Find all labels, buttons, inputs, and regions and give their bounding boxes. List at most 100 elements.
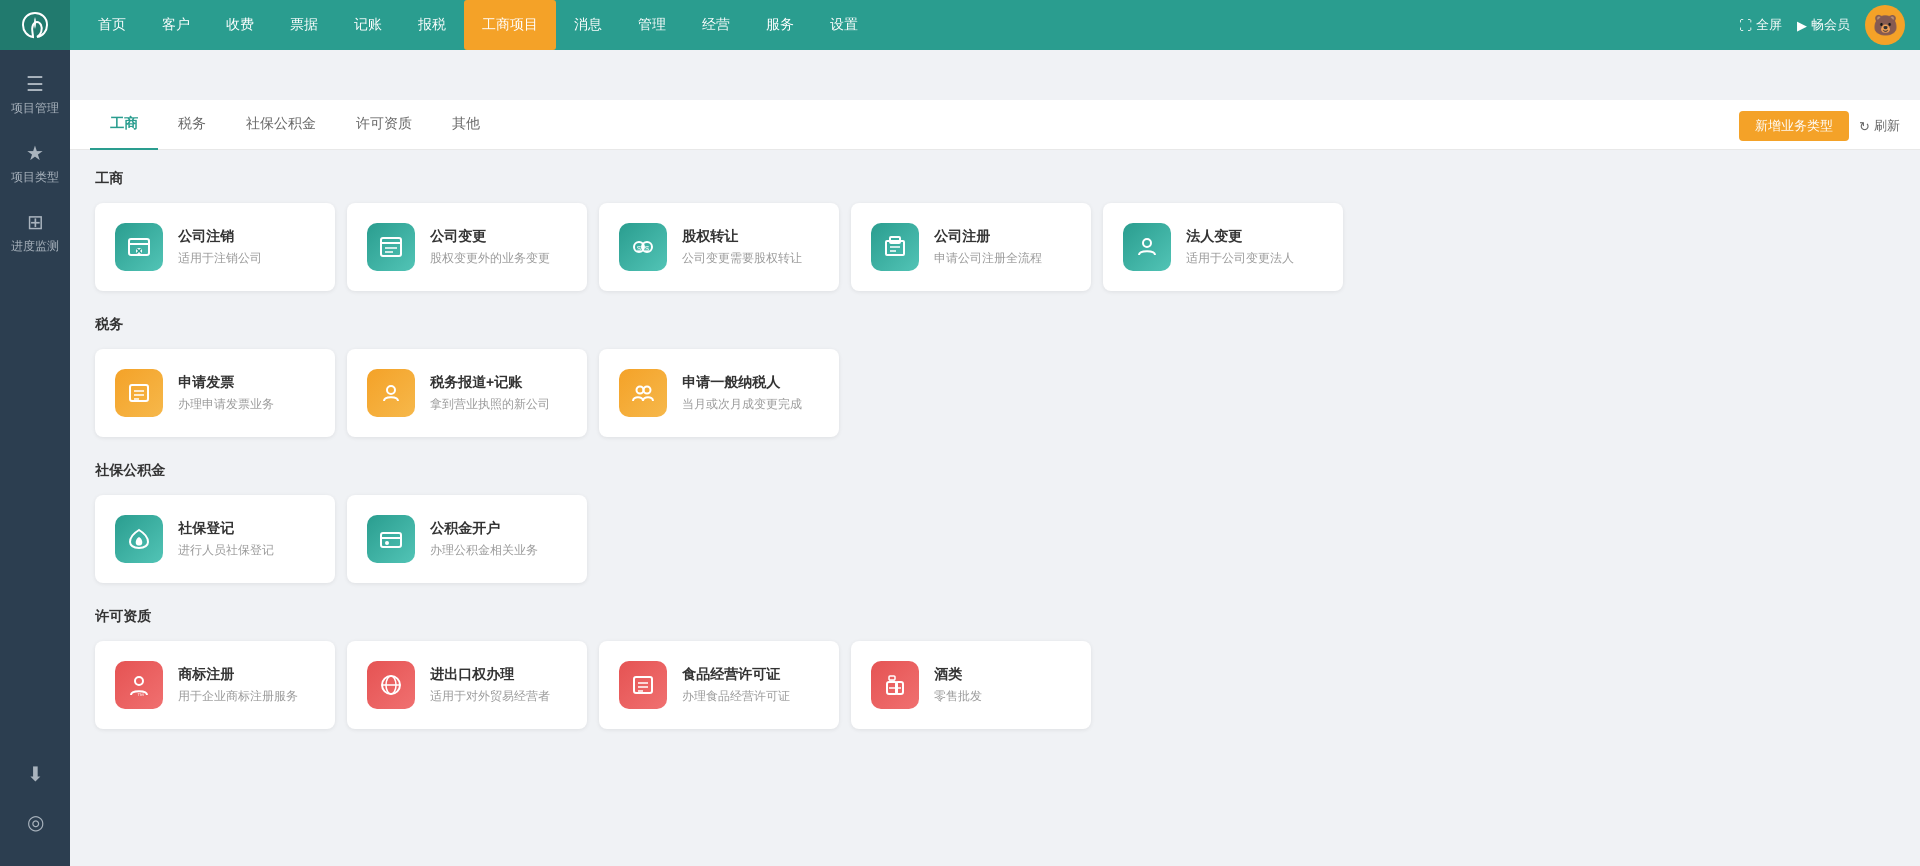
card-text-company-register: 公司注册 申请公司注册全流程 [934,228,1042,267]
sidebar-label-project-type: 项目类型 [11,169,59,186]
card-icon-social-register [115,515,163,563]
sidebar-item-progress[interactable]: ⊞ 进度监测 [0,198,70,267]
card-company-register[interactable]: 公司注册 申请公司注册全流程 [851,203,1091,291]
card-text-general-taxpayer: 申请一般纳税人 当月或次月成变更完成 [682,374,802,413]
card-tax-accounting[interactable]: 税务报道+记账 拿到营业执照的新公司 [347,349,587,437]
tab-social-fund[interactable]: 社保公积金 [226,100,336,150]
nav-right: ⛶ 全屏 ▶ 畅会员 🐻 [1739,5,1920,45]
nav-home[interactable]: 首页 [80,0,144,50]
section-title-license: 许可资质 [95,608,1895,626]
svg-text:$: $ [645,244,650,253]
nav-items: 首页 客户 收费 票据 记账 报税 工商项目 消息 管理 经营 服务 设置 [70,0,1739,50]
svg-point-27 [385,541,389,545]
card-icon-legal-change [1123,223,1171,271]
refresh-button[interactable]: ↻ 刷新 [1859,117,1900,135]
section-title-social-fund: 社保公积金 [95,462,1895,480]
sidebar-item-project-type[interactable]: ★ 项目类型 [0,129,70,198]
nav-invoice[interactable]: 票据 [272,0,336,50]
list-icon: ☰ [26,72,44,96]
nav-fee[interactable]: 收费 [208,0,272,50]
tab-license[interactable]: 许可资质 [336,100,432,150]
card-title-equity-transfer: 股权转让 [682,228,802,246]
tab-tax[interactable]: 税务 [158,100,226,150]
card-text-legal-change: 法人变更 适用于公司变更法人 [1186,228,1294,267]
tab-business[interactable]: 工商 [90,100,158,150]
nav-operation[interactable]: 经营 [684,0,748,50]
card-legal-change[interactable]: 法人变更 适用于公司变更法人 [1103,203,1343,291]
tabs-actions: 新增业务类型 ↻ 刷新 [1739,111,1900,149]
card-equity-transfer[interactable]: $ $ 股权转让 公司变更需要股权转让 [599,203,839,291]
download-icon: ⬇ [27,762,44,786]
cards-grid-business: 公司注销 适用于注销公司 公司变更 [95,203,1895,291]
nav-message[interactable]: 消息 [556,0,620,50]
card-apply-invoice[interactable]: 申请发票 办理申请发票业务 [95,349,335,437]
card-title-legal-change: 法人变更 [1186,228,1294,246]
svg-point-23 [637,387,644,394]
cards-grid-tax: 申请发票 办理申请发票业务 税务报道+记账 拿到营业执照的新公司 [95,349,1895,437]
card-import-export[interactable]: 进出口权办理 适用于对外贸易经营者 [347,641,587,729]
card-text-social-register: 社保登记 进行人员社保登记 [178,520,274,559]
member-button[interactable]: ▶ 畅会员 [1797,16,1850,34]
help-icon: ◎ [27,810,44,834]
card-food-license[interactable]: 食品经营许可证 办理食品经营许可证 [599,641,839,729]
card-desc-liquor: 零售批发 [934,688,982,705]
card-general-taxpayer[interactable]: 申请一般纳税人 当月或次月成变更完成 [599,349,839,437]
nav-manage[interactable]: 管理 [620,0,684,50]
card-desc-trademark: 用于企业商标注册服务 [178,688,298,705]
card-text-tax-accounting: 税务报道+记账 拿到营业执照的新公司 [430,374,550,413]
cards-grid-license: ™ 商标注册 用于企业商标注册服务 [95,641,1895,729]
card-text-import-export: 进出口权办理 适用于对外贸易经营者 [430,666,550,705]
card-fund-account[interactable]: 公积金开户 办理公积金相关业务 [347,495,587,583]
card-text-trademark: 商标注册 用于企业商标注册服务 [178,666,298,705]
card-text-company-change: 公司变更 股权变更外的业务变更 [430,228,550,267]
cards-grid-social-fund: 社保登记 进行人员社保登记 公积金开户 办理公积金相关业务 [95,495,1895,583]
svg-point-24 [644,387,651,394]
mascot-avatar[interactable]: 🐻 [1865,5,1905,45]
section-social-fund: 社保公积金 社保登记 进行人员社保登记 [95,462,1895,583]
card-trademark[interactable]: ™ 商标注册 用于企业商标注册服务 [95,641,335,729]
svg-rect-37 [889,676,895,680]
card-title-tax-accounting: 税务报道+记账 [430,374,550,392]
member-label: 畅会员 [1811,16,1850,34]
card-text-fund-account: 公积金开户 办理公积金相关业务 [430,520,538,559]
card-title-company-register: 公司注册 [934,228,1042,246]
new-type-button[interactable]: 新增业务类型 [1739,111,1849,141]
svg-rect-25 [381,533,401,547]
card-company-change[interactable]: 公司变更 股权变更外的业务变更 [347,203,587,291]
fullscreen-button[interactable]: ⛶ 全屏 [1739,16,1782,34]
card-text-apply-invoice: 申请发票 办理申请发票业务 [178,374,274,413]
card-desc-food-license: 办理食品经营许可证 [682,688,790,705]
card-icon-apply-invoice [115,369,163,417]
card-title-liquor: 酒类 [934,666,982,684]
card-icon-tax-accounting [367,369,415,417]
card-title-company-change: 公司变更 [430,228,550,246]
sidebar-item-download[interactable]: ⬇ [0,750,70,798]
sidebar-item-project-management[interactable]: ☰ 项目管理 [0,60,70,129]
tab-other[interactable]: 其他 [432,100,500,150]
nav-tax[interactable]: 报税 [400,0,464,50]
card-desc-fund-account: 办理公积金相关业务 [430,542,538,559]
card-title-apply-invoice: 申请发票 [178,374,274,392]
card-desc-apply-invoice: 办理申请发票业务 [178,396,274,413]
card-social-register[interactable]: 社保登记 进行人员社保登记 [95,495,335,583]
nav-accounting[interactable]: 记账 [336,0,400,50]
card-liquor[interactable]: 酒类 零售批发 [851,641,1091,729]
nav-service[interactable]: 服务 [748,0,812,50]
card-text-liquor: 酒类 零售批发 [934,666,982,705]
card-desc-company-register: 申请公司注册全流程 [934,250,1042,267]
card-title-trademark: 商标注册 [178,666,298,684]
card-title-general-taxpayer: 申请一般纳税人 [682,374,802,392]
card-company-cancel[interactable]: 公司注销 适用于注销公司 [95,203,335,291]
nav-settings[interactable]: 设置 [812,0,876,50]
card-title-fund-account: 公积金开户 [430,520,538,538]
card-text-company-cancel: 公司注销 适用于注销公司 [178,228,262,267]
member-icon: ▶ [1797,18,1807,33]
section-business: 工商 公司注销 适用于注销公司 [95,170,1895,291]
card-text-equity-transfer: 股权转让 公司变更需要股权转让 [682,228,802,267]
svg-text:$: $ [637,244,642,253]
nav-customer[interactable]: 客户 [144,0,208,50]
fullscreen-label: 全屏 [1756,16,1782,34]
sidebar-item-help[interactable]: ◎ [0,798,70,846]
nav-business[interactable]: 工商项目 [464,0,556,50]
sidebar: ☰ 项目管理 ★ 项目类型 ⊞ 进度监测 ⬇ ◎ [0,50,70,866]
